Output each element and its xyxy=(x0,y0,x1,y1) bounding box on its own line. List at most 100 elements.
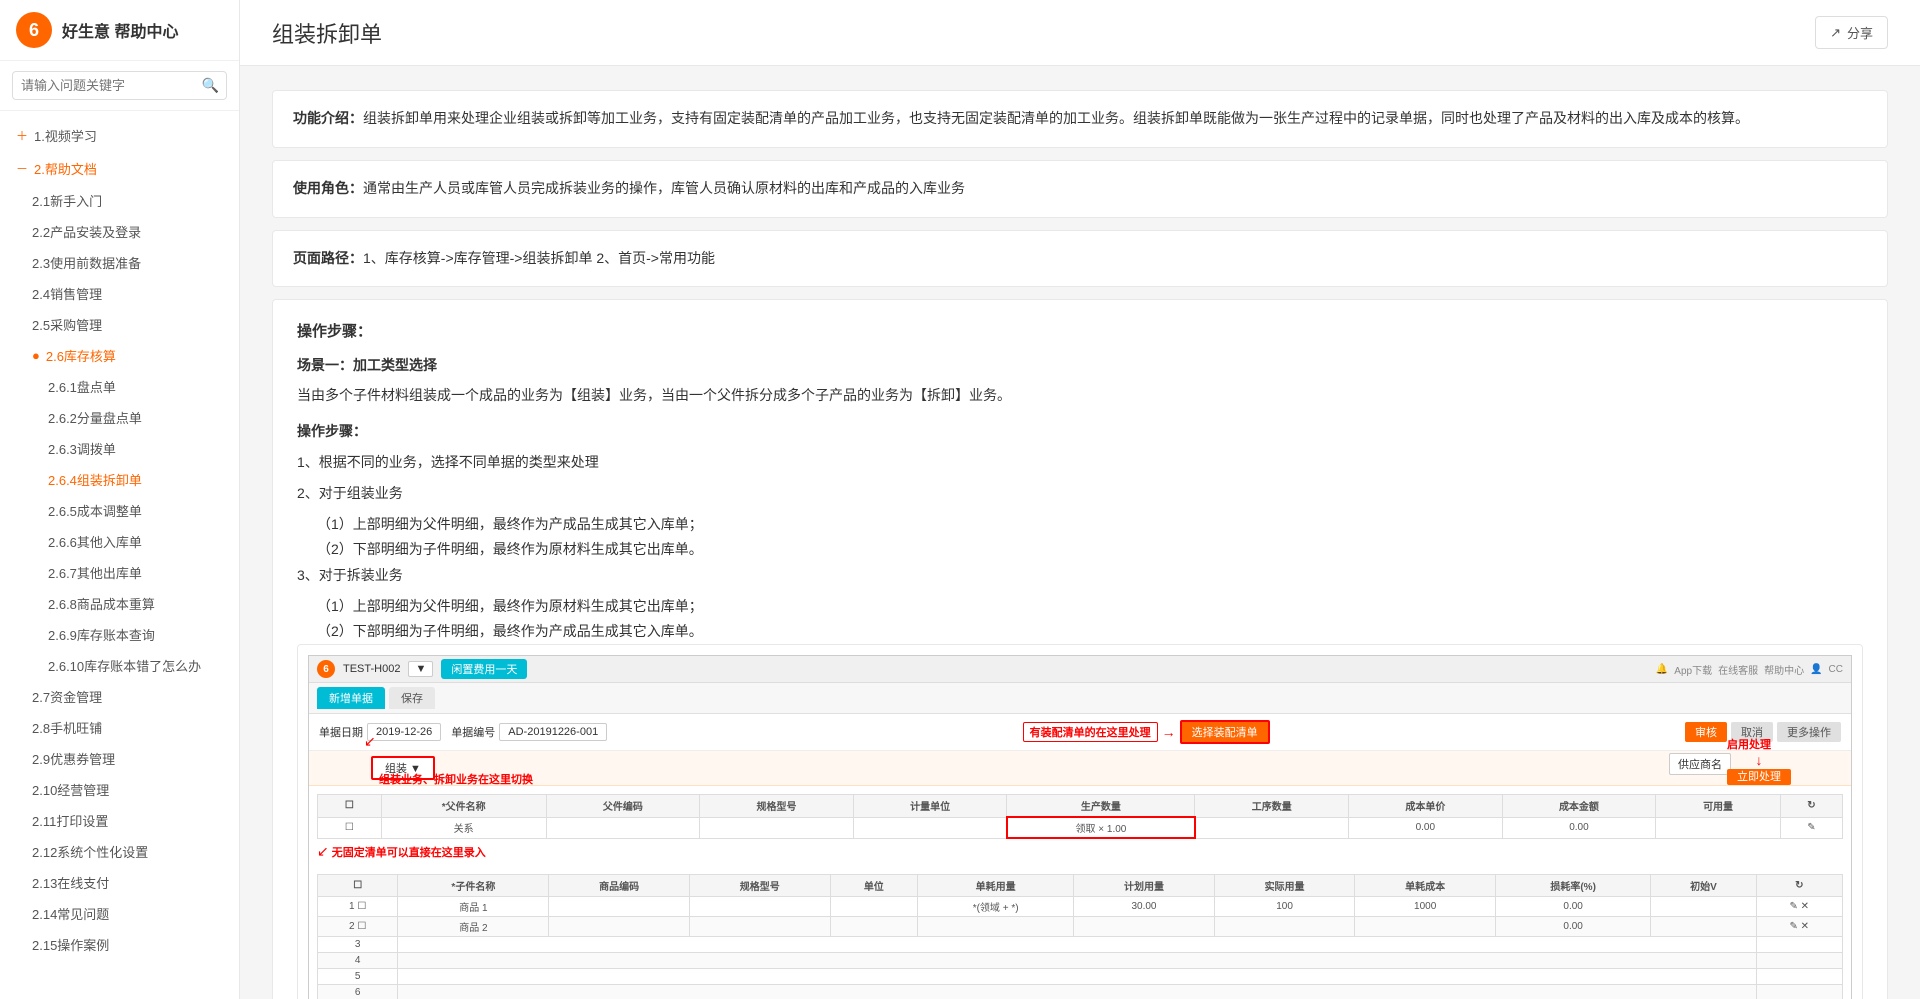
sidebar-item-sales[interactable]: 2.4销售管理 xyxy=(0,278,239,309)
row-spec xyxy=(700,817,854,838)
sidebar-item-data-prep[interactable]: 2.3使用前数据准备 xyxy=(0,247,239,278)
mock-os-bar: 6 TEST-H002 ▼ 闲置费用一天 🔔 App下载 在线客服 帮助中心 👤… xyxy=(309,656,1851,683)
row-init xyxy=(1651,897,1756,917)
sidebar-item-other-out[interactable]: 2.6.7其他出库单 xyxy=(0,557,239,588)
col-parent-code: 父件编码 xyxy=(546,795,700,818)
ops-block: 操作步骤： 场景一：加工类型选择 当由多个子件材料组装成一个成品的业务为【组装】… xyxy=(272,299,1888,999)
sidebar-item-finance[interactable]: 2.7资金管理 xyxy=(0,681,239,712)
mock-select-bom-btn: 选择装配清单 xyxy=(1180,720,1270,744)
col-actual-usage: 实际用量 xyxy=(1214,875,1355,897)
col-parent-name: *父件名称 xyxy=(381,795,546,818)
sidebar-item-inventory-book[interactable]: 2.6.9库存账本查询 xyxy=(0,619,239,650)
row-cost: 1000 xyxy=(1355,897,1496,917)
content-area: 功能介绍：组装拆卸单用来处理企业组装或拆卸等加工业务，支持有固定装配清单的产品加… xyxy=(240,66,1920,999)
sidebar-sub-label: 2.9优惠券管理 xyxy=(32,749,115,768)
sidebar-sub-label: 2.14常见问题 xyxy=(32,904,109,923)
row-empty xyxy=(398,937,1756,953)
sidebar-item-beginner[interactable]: 2.1新手入门 xyxy=(0,185,239,216)
col-child-code: 商品编码 xyxy=(549,875,690,897)
mock-user-cc: CC xyxy=(1829,664,1843,675)
row-loss: 0.00 xyxy=(1495,897,1650,917)
intro-text: 组装拆卸单用来处理企业组装或拆卸等加工业务，支持有固定装配清单的产品加工业务，也… xyxy=(363,110,1749,126)
col-child-action: ↻ xyxy=(1756,875,1842,897)
row-child-spec xyxy=(689,897,830,917)
sidebar-item-other-in[interactable]: 2.6.6其他入库单 xyxy=(0,526,239,557)
step3-2: （2）下部明细为子件明细，最终作为产成品生成其它入库单。 xyxy=(317,619,1863,644)
row-single xyxy=(918,917,1074,937)
mock-annotation-4-area: 启用处理 ↓ 立即处理 xyxy=(1727,736,1791,784)
mock-parent-table: ☐ *父件名称 父件编码 规格型号 计量单位 生产数量 工序数量 成本单价 成本… xyxy=(317,794,1843,839)
row-init xyxy=(1651,917,1756,937)
sidebar-item-partial-check[interactable]: 2.6.2分量盘点单 xyxy=(0,402,239,433)
row-num: 5 xyxy=(318,969,398,985)
sidebar-item-transfer[interactable]: 2.6.3调拨单 xyxy=(0,433,239,464)
mock-tab-save: 保存 xyxy=(389,687,435,709)
table-row: 2 ☐ 商品 2 0.00 xyxy=(318,917,1843,937)
row-action: ✎ xyxy=(1780,817,1842,838)
sidebar-item-inventory-error[interactable]: 2.6.10库存账本错了怎么办 xyxy=(0,650,239,681)
row-actual xyxy=(1214,917,1355,937)
search-icon[interactable]: 🔍 xyxy=(202,77,219,94)
sidebar-item-cost-adjust[interactable]: 2.6.5成本调整单 xyxy=(0,495,239,526)
row-actual: 100 xyxy=(1214,897,1355,917)
logo-text: 好生意 帮助中心 xyxy=(62,18,178,42)
ops-title: 操作步骤： xyxy=(297,320,1863,341)
leaf-label: 2.6.1盘点单 xyxy=(48,377,116,396)
sidebar-item-cost-recalc[interactable]: 2.6.8商品成本重算 xyxy=(0,588,239,619)
mock-form-id: 单据编号 AD-20191226-001 xyxy=(451,723,607,741)
row-child-unit xyxy=(830,897,918,917)
sidebar-item-assembly[interactable]: 2.6.4组装拆卸单 xyxy=(0,464,239,495)
sidebar-item-purchase[interactable]: 2.5采购管理 xyxy=(0,309,239,340)
row-action xyxy=(1756,937,1842,953)
sidebar-item-print[interactable]: 2.11打印设置 xyxy=(0,805,239,836)
mock-form-id-val: AD-20191226-001 xyxy=(499,723,607,741)
leaf-label: 2.6.6其他入库单 xyxy=(48,532,142,551)
leaf-label: 2.6.2分量盘点单 xyxy=(48,408,142,427)
share-button[interactable]: ↗ 分享 xyxy=(1815,16,1888,49)
leaf-label: 2.6.8商品成本重算 xyxy=(48,594,155,613)
sidebar-item-coupon[interactable]: 2.9优惠券管理 xyxy=(0,743,239,774)
sidebar-sub-label: 2.6库存核算 xyxy=(46,346,116,365)
mock-os-left: 6 TEST-H002 ▼ 闲置费用一天 xyxy=(317,659,527,679)
row-empty xyxy=(398,985,1756,999)
sidebar-item-customize[interactable]: 2.12系统个性化设置 xyxy=(0,836,239,867)
sidebar-header: 6 好生意 帮助中心 xyxy=(0,0,239,61)
role-text: 通常由生产人员或库管人员完成拆装业务的操作，库管人员确认原材料的出库和产成品的入… xyxy=(363,180,965,196)
row-proc-qty xyxy=(1195,817,1349,838)
sidebar-item-payment[interactable]: 2.13在线支付 xyxy=(0,867,239,898)
sidebar-item-help-docs[interactable]: － 2.帮助文档 xyxy=(0,152,239,185)
sidebar-item-inventory[interactable]: ● 2.6库存核算 xyxy=(0,340,239,371)
arrow-right-icon: → xyxy=(1162,724,1176,740)
mock-annotation-5-area: ↙ 无固定清单可以直接在这里录入 xyxy=(317,843,1843,860)
sidebar-sub-label: 2.1新手入门 xyxy=(32,191,102,210)
search-input[interactable] xyxy=(12,71,227,100)
mock-type-row: 单据日期 组装 ▼ ↙ 组装业务、拆卸业务在这里切换 供应商名 启用处理 ↓ 立… xyxy=(309,751,1851,786)
mock-child-table: ☐ *子件名称 商品编码 规格型号 单位 单耗用量 计划用量 实际用量 单耗成本 xyxy=(317,874,1843,999)
sidebar-item-video-learning[interactable]: ＋ 1.视频学习 xyxy=(0,119,239,152)
sidebar-item-ops[interactable]: 2.10经营管理 xyxy=(0,774,239,805)
mock-form-id-label: 单据编号 xyxy=(451,724,495,740)
row-child-unit xyxy=(830,917,918,937)
step2: 2、对于组装业务 xyxy=(297,481,1863,506)
col-check2: ☐ xyxy=(318,875,398,897)
sidebar-item-faq[interactable]: 2.14常见问题 xyxy=(0,898,239,929)
row-child-code xyxy=(549,897,690,917)
sidebar-sub-label: 2.11打印设置 xyxy=(32,811,108,830)
leaf-label: 2.6.3调拨单 xyxy=(48,439,116,458)
path-label: 页面路径： xyxy=(293,250,363,266)
scene1-title-text: 场景一：加工类型选择 xyxy=(297,357,437,373)
mock-annotation-3: 组装业务、拆卸业务在这里切换 xyxy=(379,771,533,787)
sidebar-item-inventory-check[interactable]: 2.6.1盘点单 xyxy=(0,371,239,402)
main-area: 组装拆卸单 ↗ 分享 功能介绍：组装拆卸单用来处理企业组装或拆卸等加工业务，支持… xyxy=(240,0,1920,999)
path-text: 1、库存核算->库存管理->组装拆卸单 2、首页->常用功能 xyxy=(363,250,715,266)
col-usage-cost: 单耗成本 xyxy=(1355,875,1496,897)
sidebar-item-cases[interactable]: 2.15操作案例 xyxy=(0,929,239,960)
sidebar-item-install[interactable]: 2.2产品安装及登录 xyxy=(0,216,239,247)
sidebar-item-mobile[interactable]: 2.8手机旺铺 xyxy=(0,712,239,743)
table-row: 1 ☐ 商品 1 *(领域 + *) 30.00 100 1000 0 xyxy=(318,897,1843,917)
mock-parent-table-area: ☐ *父件名称 父件编码 规格型号 计量单位 生产数量 工序数量 成本单价 成本… xyxy=(309,786,1851,864)
row-check: 1 ☐ xyxy=(318,897,398,917)
row-child-name: 商品 1 xyxy=(398,897,549,917)
row-empty xyxy=(398,969,1756,985)
mock-logo: 6 xyxy=(317,660,335,678)
